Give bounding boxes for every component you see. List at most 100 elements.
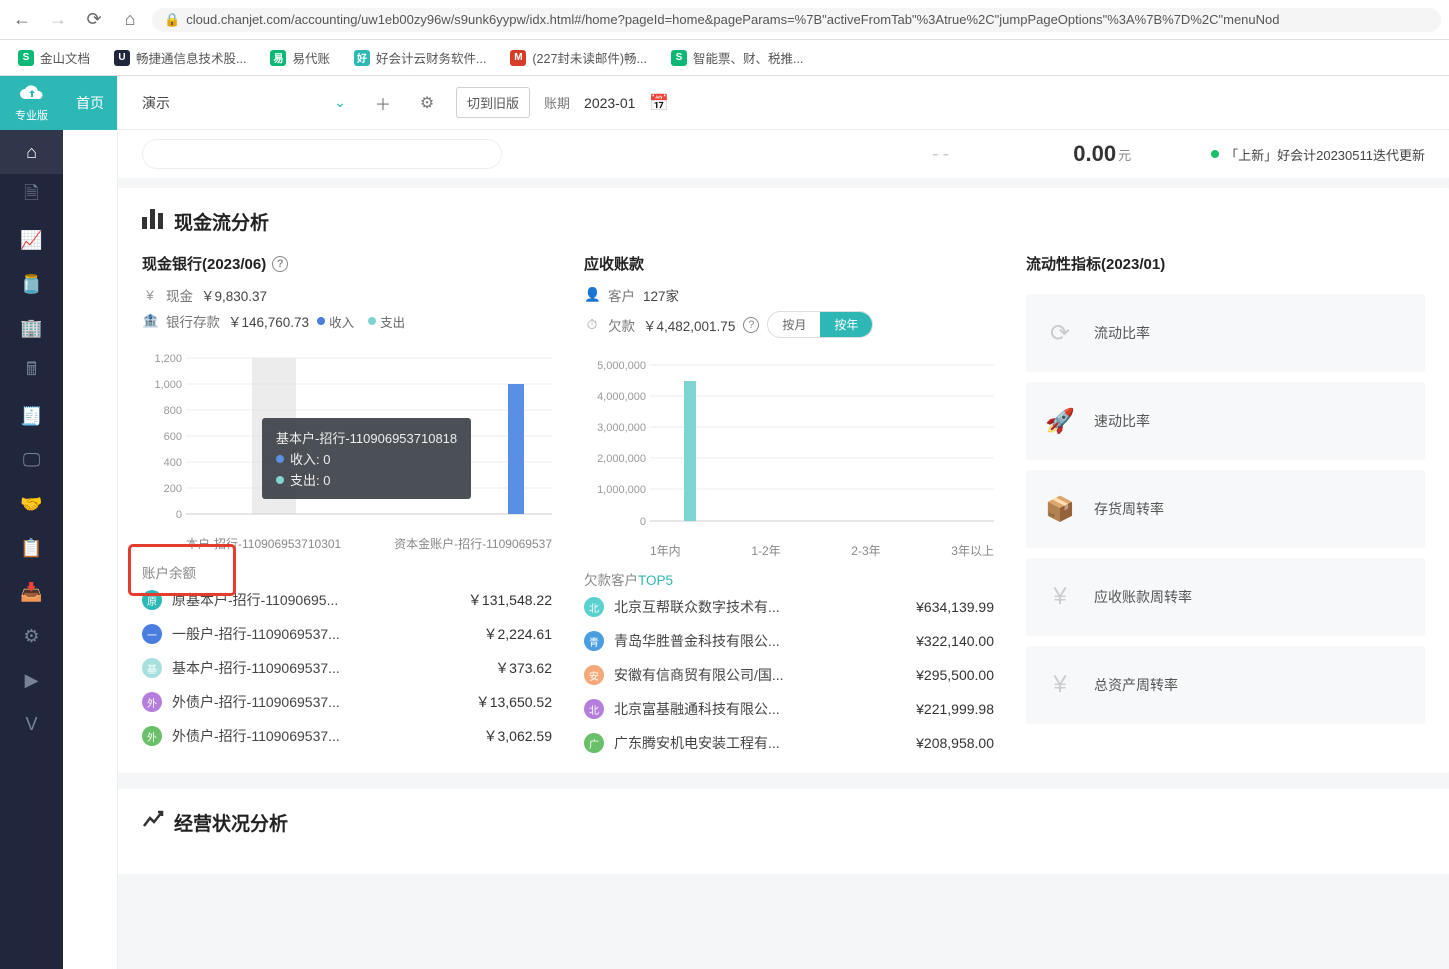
content-scroll[interactable]: -- 0.00 元 「上新」好会计20230511迭代更新 现金流分析 — [118, 130, 1449, 969]
badge-icon: 青 — [584, 631, 604, 651]
list-item[interactable]: 青青岛华胜普金科技有限公...¥322,140.00 — [584, 631, 994, 651]
yen-icon: ¥ — [1040, 577, 1080, 617]
nav-building-icon[interactable]: 🏢 — [0, 306, 63, 350]
liquidity-tile-asset-turnover[interactable]: ¥总资产周转率 — [1026, 646, 1425, 724]
bookmark[interactable]: M(227封未读邮件)畅... — [500, 44, 657, 71]
home-button[interactable]: ⌂ — [116, 6, 144, 34]
url-text: cloud.chanjet.com/accounting/uw1eb00zy96… — [186, 12, 1279, 27]
rocket-icon: 🚀 — [1040, 401, 1080, 441]
badge-icon: 北 — [584, 699, 604, 719]
org-selector[interactable]: 演示 ⌄ — [134, 87, 354, 119]
legend-income: 收入 — [317, 312, 354, 331]
account-list: 原原基本户-招行-11090695...￥131,548.22 一一般户-招行-… — [142, 590, 552, 746]
liquidity-tile-inventory-turnover[interactable]: 📦存货周转率 — [1026, 470, 1425, 548]
svg-text:3,000,000: 3,000,000 — [597, 422, 646, 434]
refresh-icon: ⟳ — [1040, 313, 1080, 353]
search-pill[interactable] — [142, 139, 502, 169]
reload-button[interactable]: ⟳ — [80, 6, 108, 34]
list-item[interactable]: 基基本户-招行-1109069537...￥373.62 — [142, 658, 552, 678]
nav-inbox-icon[interactable]: 📥 — [0, 570, 63, 614]
nav-document-icon[interactable]: 🗎 — [0, 174, 63, 218]
cloud-upload-icon — [19, 83, 45, 105]
tabs-column: 首页 — [63, 76, 118, 969]
nav-clipboard-icon[interactable]: 📋 — [0, 526, 63, 570]
chart-tooltip: 基本户-招行-110906953710818 收入: 0 支出: 0 — [262, 418, 471, 499]
bookmark[interactable]: 易易代账 — [260, 44, 340, 71]
badge-icon: 原 — [142, 590, 162, 610]
forward-button[interactable]: → — [44, 6, 72, 34]
svg-text:600: 600 — [164, 431, 182, 443]
operating-card: 经营状况分析 — [118, 789, 1449, 874]
nav-play-icon[interactable]: ▶ — [0, 658, 63, 702]
add-button[interactable]: ＋ — [368, 88, 398, 118]
tab-home[interactable]: 首页 — [63, 76, 117, 130]
liquidity-tile-quick-ratio[interactable]: 🚀速动比率 — [1026, 382, 1425, 460]
yen-icon: ¥ — [142, 288, 158, 303]
svg-text:1,000,000: 1,000,000 — [597, 484, 646, 496]
nav-calculator-icon[interactable]: 🖩 — [0, 350, 63, 394]
top5-label: 欠款客户TOP5 — [584, 569, 994, 589]
bar-chart-icon — [142, 209, 164, 234]
svg-text:400: 400 — [164, 457, 182, 469]
svg-text:4,000,000: 4,000,000 — [597, 391, 646, 403]
list-item[interactable]: 北北京互帮联众数字技术有...¥634,139.99 — [584, 597, 994, 617]
bank-icon: 🏦 — [142, 313, 158, 329]
left-sidebar: 专业版 ⌂ 🗎 📈 🫙 🏢 🖩 🧾 🖵 🤝 📋 📥 ⚙ ▶ V — [0, 76, 63, 969]
back-button[interactable]: ← — [8, 6, 36, 34]
card-title: 现金流分析 — [142, 208, 1425, 235]
calendar-icon[interactable]: 📅 — [649, 93, 669, 113]
nav-screen-icon[interactable]: 🖵 — [0, 438, 63, 482]
svg-text:5,000,000: 5,000,000 — [597, 360, 646, 372]
nav-settings-icon[interactable]: ⚙ — [0, 614, 63, 658]
lock-icon: 🔒 — [164, 12, 180, 28]
ar-chart: 5,000,000 4,000,000 3,000,000 2,000,000 … — [584, 355, 994, 555]
bookmark[interactable]: S智能票、财、税推... — [661, 44, 813, 71]
strip-amount: 0.00 — [1073, 141, 1116, 167]
nav-chart-icon[interactable]: 📈 — [0, 218, 63, 262]
toggle-year[interactable]: 按年 — [820, 312, 872, 337]
nav-jar-icon[interactable]: 🫙 — [0, 262, 63, 306]
nav-home-icon[interactable]: ⌂ — [0, 130, 63, 174]
badge-icon: 外 — [142, 726, 162, 746]
ar-column: 应收账款 👤 客户 127家 ⏱ 欠款 ￥4,482,001.75 ? — [584, 253, 994, 753]
list-item[interactable]: 外外债户-招行-1109069537...￥13,650.52 — [142, 692, 552, 712]
metric-deposit: 🏦 银行存款 ￥146,760.73 收入 支出 — [142, 308, 552, 334]
liquidity-tile-ar-turnover[interactable]: ¥应收账款周转率 — [1026, 558, 1425, 636]
update-notice[interactable]: 「上新」好会计20230511迭代更新 — [1211, 145, 1425, 164]
cash-bank-column: 现金银行(2023/06) ? ¥ 现金 ￥9,830.37 🏦 银行存款 ￥1… — [142, 253, 552, 753]
cash-analysis-card: 现金流分析 现金银行(2023/06) ? ¥ 现金 ￥9,830.37 — [118, 188, 1449, 773]
gear-icon[interactable]: ⚙ — [412, 88, 442, 118]
metric-cash: ¥ 现金 ￥9,830.37 — [142, 282, 552, 308]
yen-icon: ¥ — [1040, 665, 1080, 705]
switch-old-version-button[interactable]: 切到旧版 — [456, 87, 530, 118]
bookmark[interactable]: S金山文档 — [8, 44, 100, 71]
list-item[interactable]: 一一般户-招行-1109069537...￥2,224.61 — [142, 624, 552, 644]
list-item[interactable]: 原原基本户-招行-11090695...￥131,548.22 — [142, 590, 552, 610]
app-logo[interactable]: 专业版 — [0, 76, 63, 130]
x-axis-labels: 本户-招行-110906953710301 资本金账户-招行-110906953… — [142, 535, 552, 552]
bookmark[interactable]: 好好会计云财务软件... — [344, 44, 496, 71]
nav-v-icon[interactable]: V — [0, 702, 63, 746]
liquidity-tile-current-ratio[interactable]: ⟳流动比率 — [1026, 294, 1425, 372]
help-icon[interactable]: ? — [743, 317, 759, 333]
cash-bank-title: 现金银行(2023/06) ? — [142, 253, 288, 274]
chevron-down-icon: ⌄ — [334, 94, 346, 111]
edition-label: 专业版 — [15, 107, 48, 123]
top5-link[interactable]: TOP5 — [638, 573, 673, 588]
bookmark[interactable]: U畅捷通信息技术股... — [104, 44, 256, 71]
toggle-month[interactable]: 按月 — [768, 312, 820, 337]
list-item[interactable]: 安安徽有信商贸有限公司/国...¥295,500.00 — [584, 665, 994, 685]
list-item[interactable]: 外外债户-招行-1109069537...￥3,062.59 — [142, 726, 552, 746]
badge-icon: 外 — [142, 692, 162, 712]
nav-handshake-icon[interactable]: 🤝 — [0, 482, 63, 526]
list-item[interactable]: 广广东腾安机电安装工程有...¥208,958.00 — [584, 733, 994, 753]
box-icon: 📦 — [1040, 489, 1080, 529]
address-bar[interactable]: 🔒 cloud.chanjet.com/accounting/uw1eb00zy… — [152, 8, 1441, 32]
badge-icon: 基 — [142, 658, 162, 678]
customer-list: 北北京互帮联众数字技术有...¥634,139.99 青青岛华胜普金科技有限公.… — [584, 597, 994, 753]
help-icon[interactable]: ? — [272, 256, 288, 272]
badge-icon: 北 — [584, 597, 604, 617]
list-item[interactable]: 北北京富基融通科技有限公...¥221,999.98 — [584, 699, 994, 719]
nav-bill-icon[interactable]: 🧾 — [0, 394, 63, 438]
svg-text:800: 800 — [164, 405, 182, 417]
